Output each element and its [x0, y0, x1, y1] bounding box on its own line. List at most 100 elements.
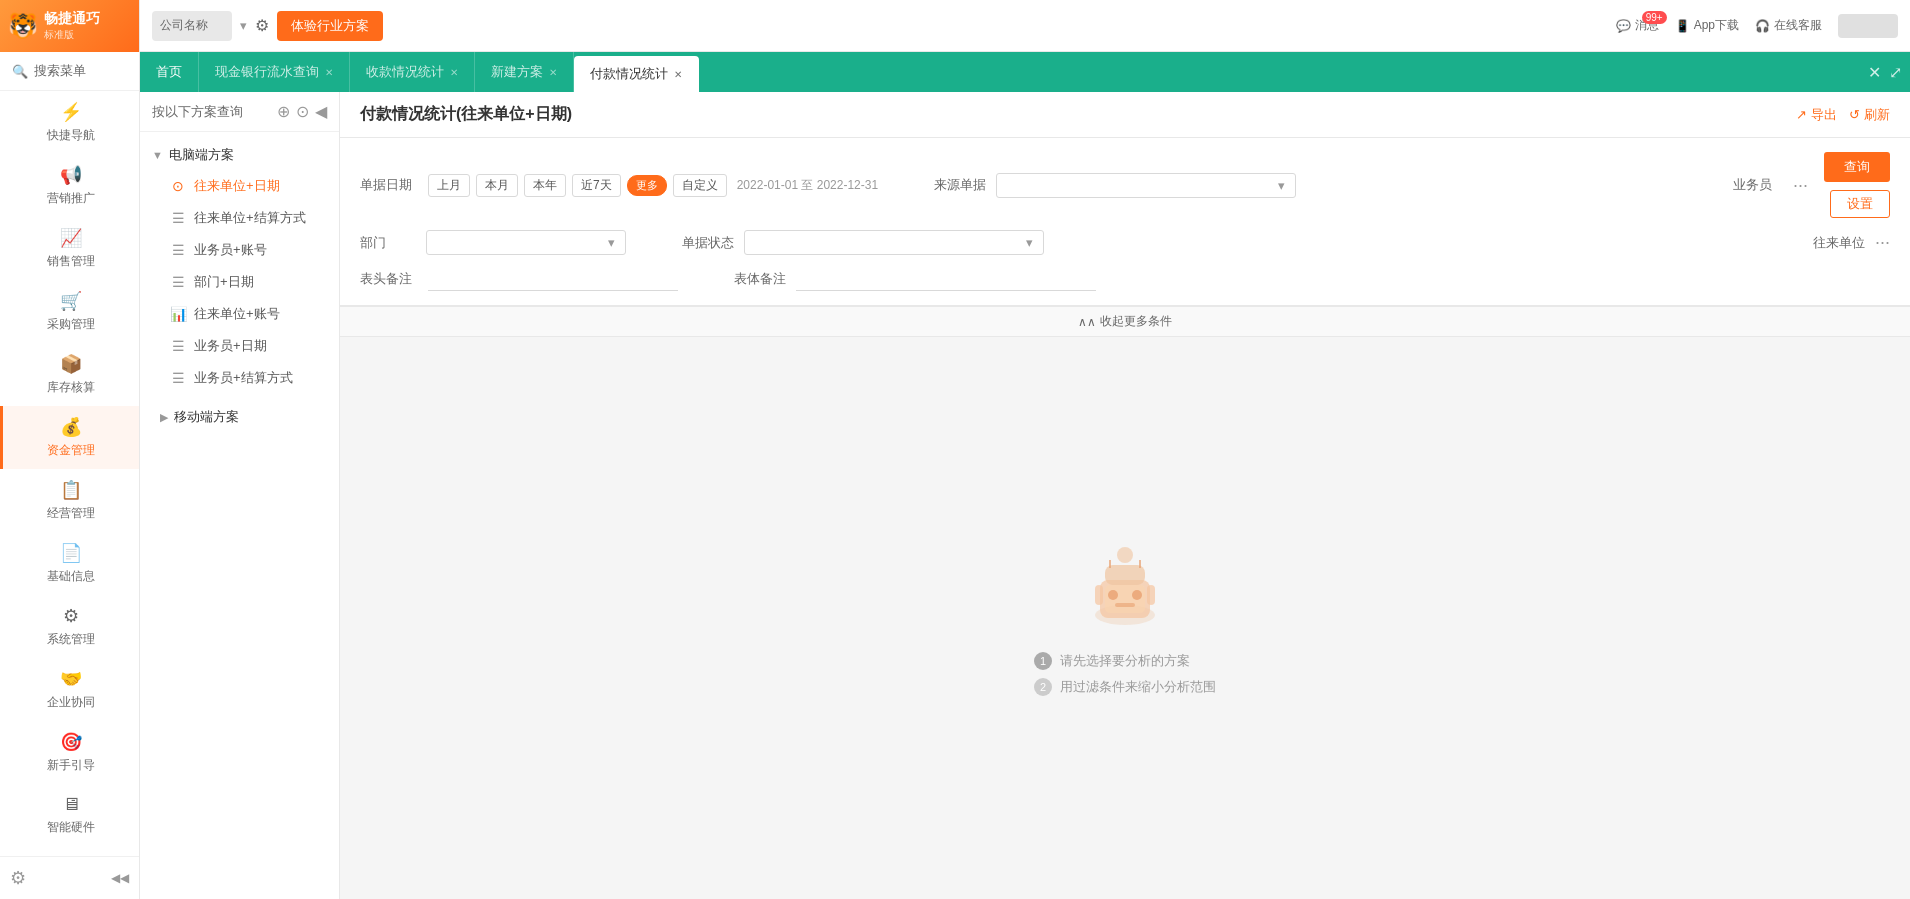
query-btn[interactable]: 查询 — [1824, 152, 1890, 182]
company-selector[interactable]: 公司名称 — [152, 11, 232, 41]
tip-text-2: 用过滤条件来缩小分析范围 — [1060, 678, 1216, 696]
trial-btn[interactable]: 体验行业方案 — [277, 11, 383, 41]
filter-area: 单据日期 上月 本月 本年 近7天 更多 自定义 2022-01-01 至 20… — [340, 138, 1910, 306]
search-menu[interactable]: 🔍 搜索菜单 — [0, 52, 139, 91]
scheme-item-clerk-settlement[interactable]: ☰ 业务员+结算方式 — [140, 362, 339, 394]
body-note-input[interactable] — [796, 267, 1096, 291]
sidebar-item-label: 快捷导航 — [47, 127, 95, 144]
doc-status-arrow: ▾ — [1026, 235, 1033, 250]
tab-new-scheme[interactable]: 新建方案 ✕ — [475, 52, 574, 92]
scheme-item-partner-date[interactable]: ⊙ 往来单位+日期 — [140, 170, 339, 202]
sidebar-nav: ⚡ 快捷导航 📢 营销推广 📈 销售管理 🛒 采购管理 📦 库存核算 💰 资金管… — [0, 91, 139, 856]
settings-btn[interactable]: 设置 — [1830, 190, 1890, 218]
user-avatar[interactable] — [1838, 14, 1898, 38]
svg-point-3 — [1108, 590, 1118, 600]
sidebar-item-label: 销售管理 — [47, 253, 95, 270]
tab-maximize-icon[interactable]: ⤢ — [1889, 63, 1902, 82]
refresh-label: 刷新 — [1864, 106, 1890, 124]
sidebar-collapse-icon[interactable]: ◀◀ — [111, 871, 129, 885]
sidebar-item-quick-nav[interactable]: ⚡ 快捷导航 — [0, 91, 139, 154]
sidebar-item-label: 智能硬件 — [47, 819, 95, 836]
clerk-more-icon[interactable]: ··· — [1793, 175, 1808, 196]
sidebar-item-operations[interactable]: 📋 经营管理 — [0, 469, 139, 532]
topbar-gear-icon[interactable]: ⚙ — [255, 16, 269, 35]
sidebar-item-enterprise[interactable]: 🤝 企业协同 — [0, 658, 139, 721]
doc-status-value — [755, 235, 759, 250]
app-logo: 🐯 畅捷通巧 标准版 — [0, 0, 139, 52]
scheme-item-label: 往来单位+日期 — [194, 177, 280, 195]
app-download-btn[interactable]: 📱 App下载 — [1675, 17, 1739, 34]
header-note-input[interactable] — [428, 267, 678, 291]
sidebar-item-hardware[interactable]: 🖥 智能硬件 — [0, 784, 139, 846]
scheme-item-dept-date[interactable]: ☰ 部门+日期 — [140, 266, 339, 298]
clerk-account-icon: ☰ — [170, 242, 186, 258]
tip-text-1: 请先选择要分析的方案 — [1060, 652, 1190, 670]
refresh-btn[interactable]: ↺ 刷新 — [1849, 106, 1890, 124]
tab-payment-stats[interactable]: 付款情况统计 ✕ — [574, 56, 699, 92]
pc-scheme-group: ▼ 电脑端方案 ⊙ 往来单位+日期 ☰ 往来单位+结算方式 ☰ 业务员+账号 ☰ — [140, 132, 339, 402]
sidebar-item-label: 企业协同 — [47, 694, 95, 711]
partner-date-icon: ⊙ — [170, 178, 186, 194]
sidebar-item-label: 经营管理 — [47, 505, 95, 522]
sidebar-settings-icon[interactable]: ⚙ — [10, 867, 26, 889]
sidebar-item-label: 系统管理 — [47, 631, 95, 648]
scheme-item-label: 业务员+账号 — [194, 241, 267, 259]
mobile-group-header[interactable]: ▶ 移动端方案 — [140, 402, 339, 432]
panel-collapse-icon[interactable]: ◀ — [315, 102, 327, 121]
page-header: 付款情况统计(往来单位+日期) ↗ 导出 ↺ 刷新 — [340, 92, 1910, 138]
collapse-bar[interactable]: ∧∧ 收起更多条件 — [340, 306, 1910, 337]
messages-btn[interactable]: 💬 消息 99+ — [1616, 17, 1659, 34]
app-version: 标准版 — [44, 28, 100, 42]
date-btn-7days[interactable]: 近7天 — [572, 174, 621, 197]
tab-new-scheme-close[interactable]: ✕ — [549, 67, 557, 78]
inventory-icon: 📦 — [60, 353, 82, 375]
tab-payment-close[interactable]: ✕ — [674, 69, 682, 80]
partner-more-icon[interactable]: ··· — [1875, 232, 1890, 253]
tab-receipts-close[interactable]: ✕ — [450, 67, 458, 78]
scheme-item-partner-account[interactable]: 📊 往来单位+账号 — [140, 298, 339, 330]
clerk-settlement-icon: ☰ — [170, 370, 186, 386]
mobile-group-label: 移动端方案 — [174, 408, 239, 426]
dept-select[interactable]: ▾ — [426, 230, 626, 255]
sidebar-item-purchase[interactable]: 🛒 采购管理 — [0, 280, 139, 343]
date-btn-this-month[interactable]: 本月 — [476, 174, 518, 197]
scheme-settings-icon[interactable]: ⊙ — [296, 102, 309, 121]
doc-status-select[interactable]: ▾ — [744, 230, 1044, 255]
tab-home[interactable]: 首页 — [140, 52, 199, 92]
online-service-btn[interactable]: 🎧 在线客服 — [1755, 17, 1822, 34]
tab-cash-flow[interactable]: 现金银行流水查询 ✕ — [199, 52, 350, 92]
scheme-item-label: 往来单位+结算方式 — [194, 209, 306, 227]
sidebar-item-capital[interactable]: 💰 资金管理 — [0, 406, 139, 469]
tab-receipts-stats[interactable]: 收款情况统计 ✕ — [350, 52, 475, 92]
tab-cash-flow-close[interactable]: ✕ — [325, 67, 333, 78]
sidebar-item-marketing[interactable]: 📢 营销推广 — [0, 154, 139, 217]
refresh-icon: ↺ — [1849, 107, 1860, 122]
sidebar-item-sales[interactable]: 📈 销售管理 — [0, 217, 139, 280]
sidebar-item-wechat[interactable]: 💬 企业微信 — [0, 846, 139, 856]
date-btn-custom[interactable]: 自定义 — [673, 174, 727, 197]
sidebar-item-inventory[interactable]: 📦 库存核算 — [0, 343, 139, 406]
date-btn-this-year[interactable]: 本年 — [524, 174, 566, 197]
tabbar: 首页 现金银行流水查询 ✕ 收款情况统计 ✕ 新建方案 ✕ 付款情况统计 ✕ ✕… — [140, 52, 1910, 92]
scheme-item-clerk-date[interactable]: ☰ 业务员+日期 — [140, 330, 339, 362]
date-filter-label: 单据日期 — [360, 176, 412, 194]
scheme-item-partner-settlement[interactable]: ☰ 往来单位+结算方式 — [140, 202, 339, 234]
export-icon: ↗ — [1796, 107, 1807, 122]
scheme-item-clerk-account[interactable]: ☰ 业务员+账号 — [140, 234, 339, 266]
date-btn-more[interactable]: 更多 — [627, 175, 667, 196]
sidebar-item-basic[interactable]: 📄 基础信息 — [0, 532, 139, 595]
page-header-actions: ↗ 导出 ↺ 刷新 — [1796, 106, 1890, 124]
pc-group-header[interactable]: ▼ 电脑端方案 — [140, 140, 339, 170]
add-scheme-icon[interactable]: ⊕ — [277, 102, 290, 121]
query-actions: 查询 设置 — [1824, 152, 1890, 218]
tabbar-actions: ✕ ⤢ — [1860, 52, 1910, 92]
source-select[interactable]: ▾ — [996, 173, 1296, 198]
date-btn-last-month[interactable]: 上月 — [428, 174, 470, 197]
export-btn[interactable]: ↗ 导出 — [1796, 106, 1837, 124]
sidebar-item-guide[interactable]: 🎯 新手引导 — [0, 721, 139, 784]
source-select-arrow: ▾ — [1278, 178, 1285, 193]
svg-rect-5 — [1115, 603, 1135, 607]
sidebar-item-system[interactable]: ⚙ 系统管理 — [0, 595, 139, 658]
company-dropdown-arrow[interactable]: ▾ — [240, 18, 247, 33]
tab-close-all-icon[interactable]: ✕ — [1868, 63, 1881, 82]
